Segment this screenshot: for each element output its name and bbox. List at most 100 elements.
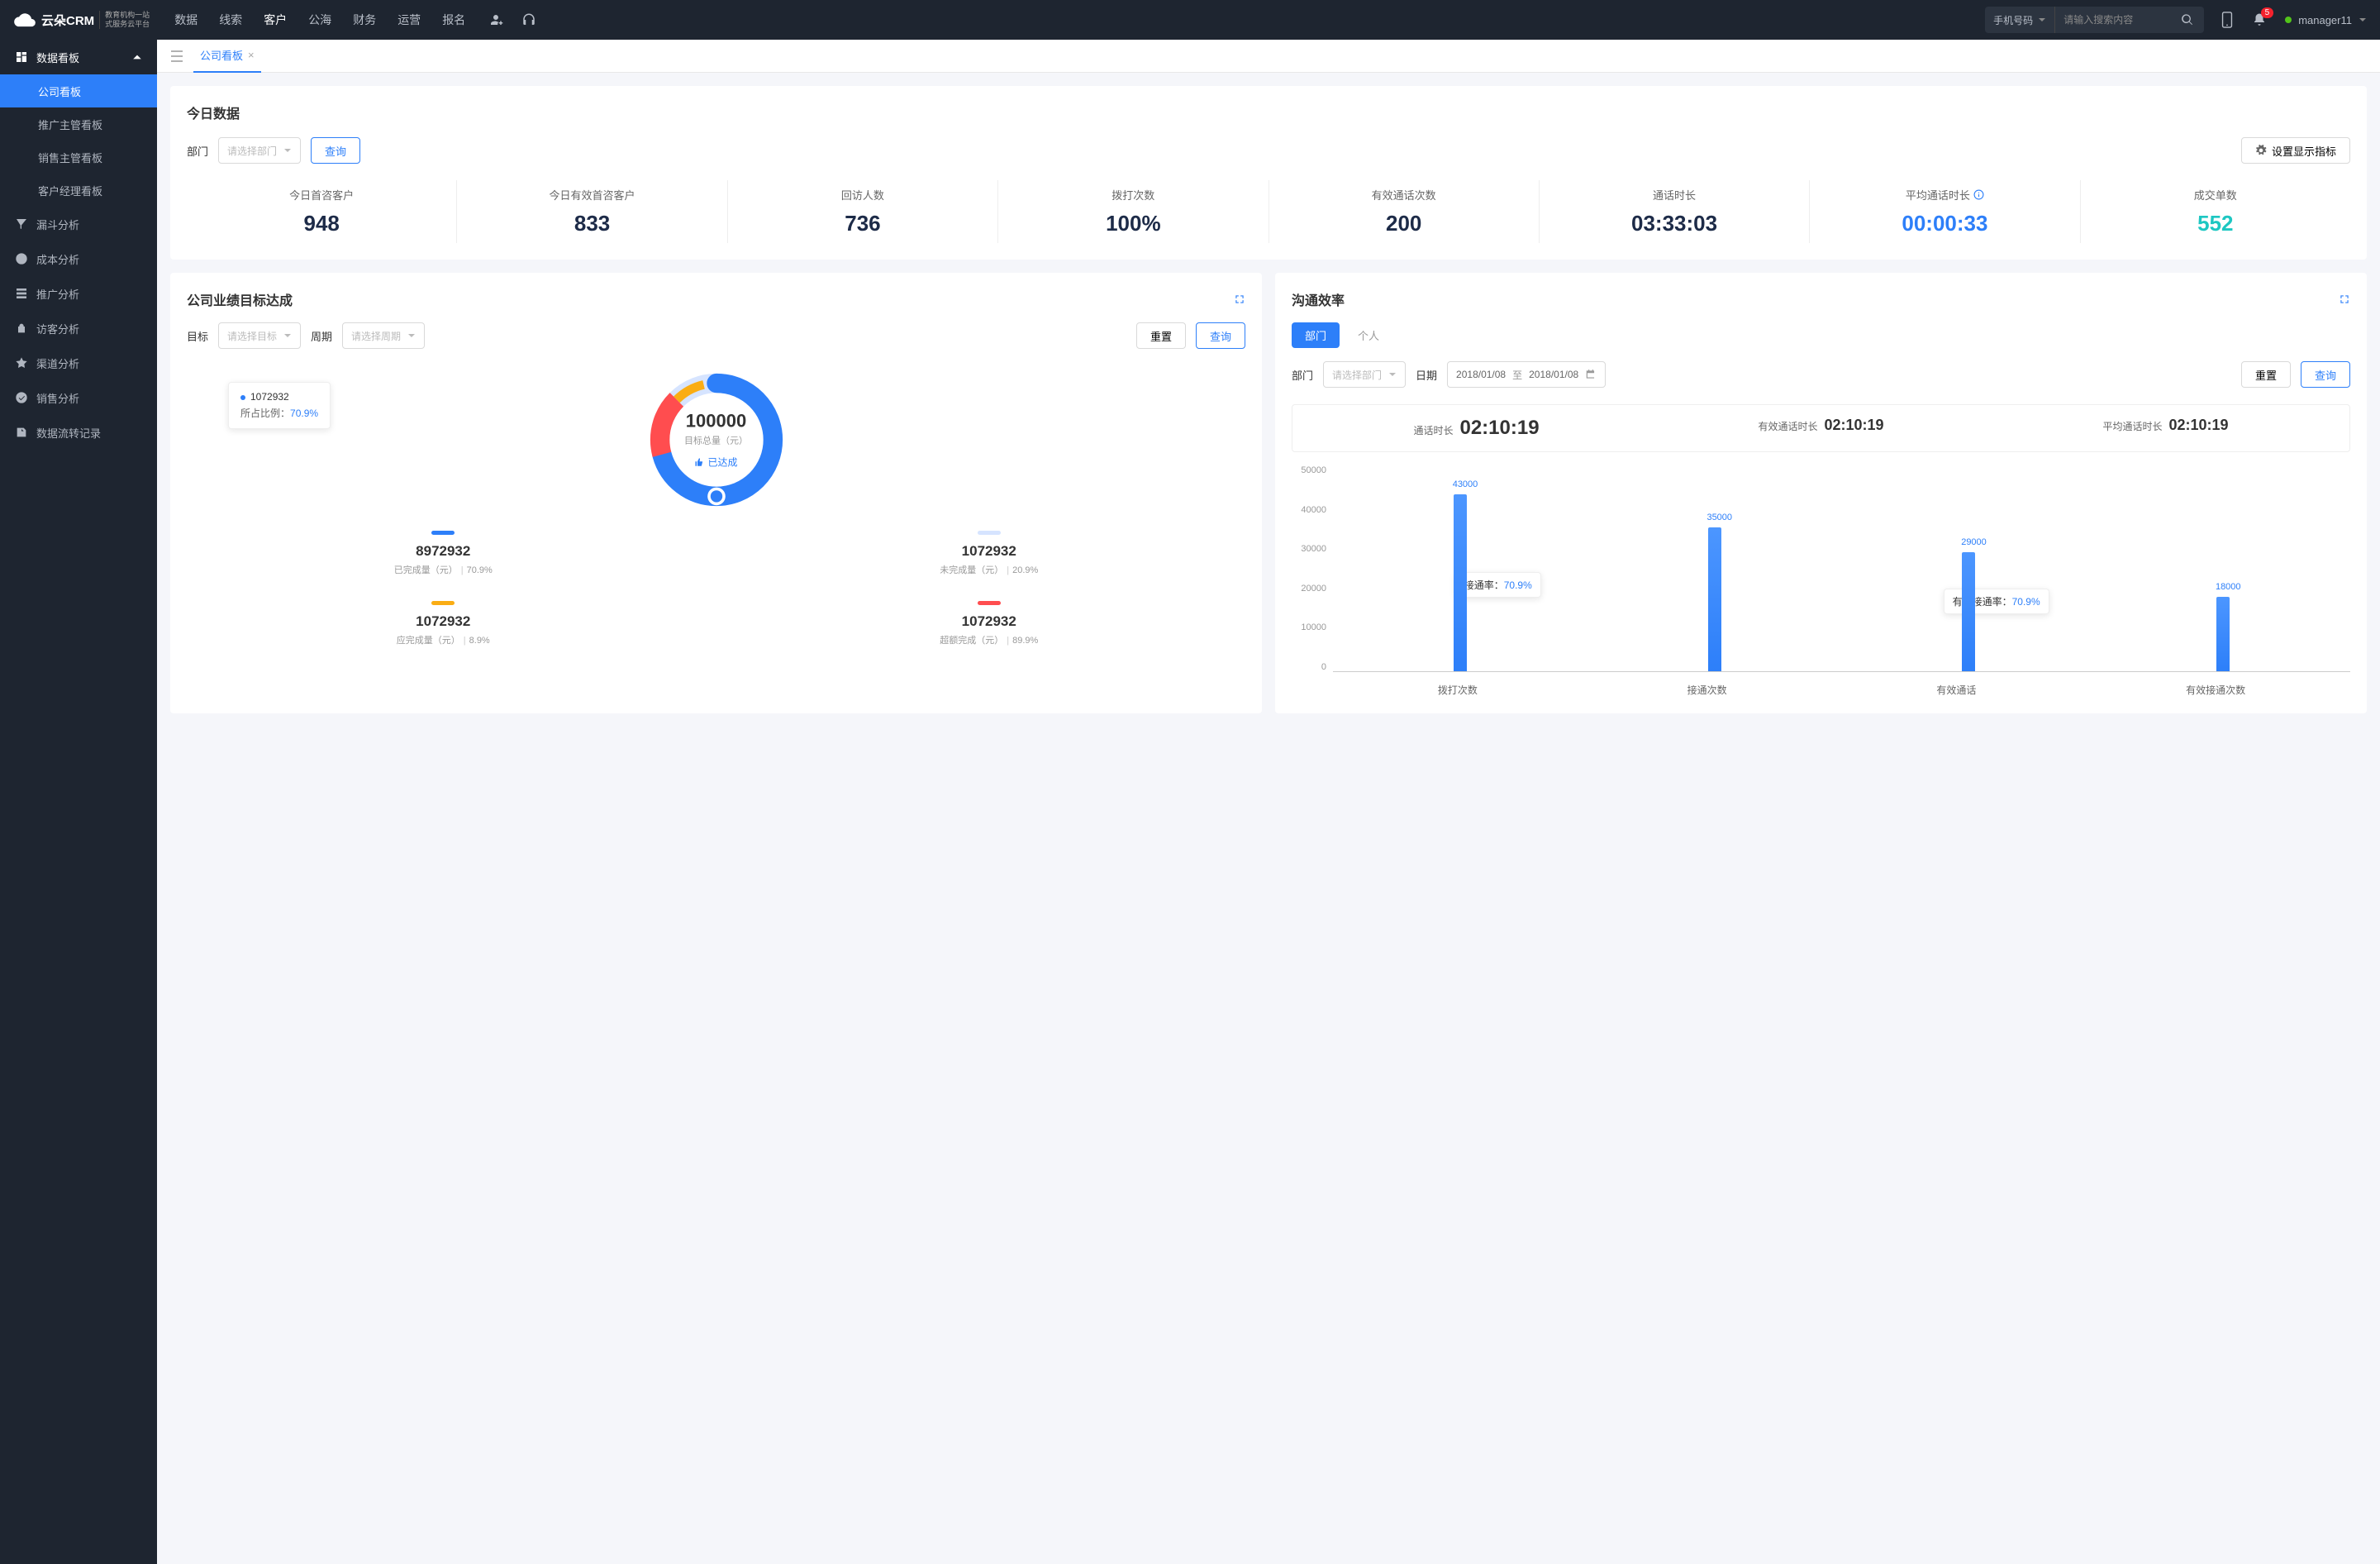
nav-item[interactable]: 报名	[442, 12, 465, 28]
headset-icon[interactable]	[521, 12, 536, 27]
kpi-card: 成交单数552	[2081, 180, 2350, 243]
user-add-icon[interactable]	[488, 12, 503, 27]
goal-panel: 公司业绩目标达成 目标 请选择目标 周期 请选择周期	[170, 273, 1262, 713]
notification-badge: 5	[2261, 7, 2274, 18]
x-axis-label: 有效接通次数	[2186, 683, 2245, 697]
communication-panel: 沟通效率 部门个人 部门 请选择部门 日期 2018/01/08 至	[1275, 273, 2367, 713]
kpi-card: 回访人数736	[728, 180, 998, 243]
tab-close[interactable]: ×	[248, 49, 255, 61]
chevron-down-icon	[1388, 370, 1397, 379]
kpi-card: 平均通话时长00:00:33	[1810, 180, 2080, 243]
gear-icon	[2255, 145, 2267, 156]
sidebar-icon	[15, 287, 28, 300]
hamburger-icon	[170, 50, 183, 62]
nav-item[interactable]: 客户	[264, 12, 287, 28]
target-select[interactable]: 请选择目标	[218, 322, 301, 349]
kpi-card: 有效通话次数200	[1269, 180, 1540, 243]
status-indicator	[2285, 17, 2292, 23]
calendar-icon	[1585, 369, 1597, 380]
summary-item: 有效通话时长02:10:19	[1758, 417, 1883, 440]
sidebar-item[interactable]: 数据流转记录	[0, 415, 157, 450]
period-select[interactable]: 请选择周期	[342, 322, 425, 349]
comm-dept-select[interactable]: 请选择部门	[1323, 361, 1406, 388]
sidebar-icon	[15, 356, 28, 370]
chart-tooltip-1: 接通率：70.9%	[1455, 572, 1541, 598]
search-button[interactable]	[2171, 13, 2204, 26]
sidebar-sub-item[interactable]: 客户经理看板	[0, 174, 157, 207]
chevron-down-icon	[2038, 16, 2046, 24]
sidebar-item[interactable]: 推广分析	[0, 276, 157, 311]
comm-title: 沟通效率	[1292, 289, 1345, 309]
segment-tab[interactable]: 个人	[1345, 322, 1392, 348]
nav-item[interactable]: 线索	[219, 12, 242, 28]
thumbs-up-icon	[694, 457, 704, 467]
legend-item: 8972932已完成量（元）|70.9%	[187, 531, 700, 576]
chevron-down-icon	[2359, 16, 2367, 24]
query-button[interactable]: 查询	[2301, 361, 2350, 388]
goal-title: 公司业绩目标达成	[187, 289, 293, 309]
segment-tab[interactable]: 部门	[1292, 322, 1340, 348]
chevron-down-icon	[407, 331, 416, 340]
search-icon	[2181, 13, 2194, 26]
summary-item: 平均通话时长02:10:19	[2102, 417, 2228, 440]
kpi-card: 通话时长03:33:03	[1540, 180, 1810, 243]
query-button[interactable]: 查询	[311, 137, 360, 164]
dept-select[interactable]: 请选择部门	[218, 137, 301, 164]
bar-chart: 50000400003000020000100000 接通率：70.9% 有效接…	[1292, 465, 2350, 697]
legend-item: 1072932未完成量（元）|20.9%	[733, 531, 1246, 576]
sidebar-sub-item[interactable]: 推广主管看板	[0, 107, 157, 141]
user-menu[interactable]: manager11	[2285, 14, 2367, 26]
sidebar-sub-item[interactable]: 公司看板	[0, 74, 157, 107]
notification-bell[interactable]: 5	[2252, 12, 2267, 27]
sidebar-icon	[15, 217, 28, 231]
x-axis-label: 有效通话	[1936, 683, 1976, 697]
x-axis-label: 接通次数	[1687, 683, 1727, 697]
tab-company-dashboard[interactable]: 公司看板 ×	[193, 40, 261, 73]
reset-button[interactable]: 重置	[1136, 322, 1186, 349]
sidebar-item[interactable]: 成本分析	[0, 241, 157, 276]
sidebar-icon	[15, 426, 28, 439]
sidebar-group-dashboard[interactable]: 数据看板	[0, 40, 157, 74]
chevron-down-icon	[283, 331, 292, 340]
sidebar-item[interactable]: 漏斗分析	[0, 207, 157, 241]
summary-item: 通话时长02:10:19	[1413, 417, 1539, 440]
achieved-badge: 已达成	[694, 455, 737, 469]
sidebar-icon	[15, 391, 28, 404]
dashboard-icon	[15, 50, 28, 64]
today-panel: 今日数据 部门 请选择部门 查询 设置显示指标 今日首咨客户948今日有效首咨客…	[170, 86, 2367, 260]
search-input[interactable]	[2055, 14, 2171, 26]
menu-toggle[interactable]	[167, 47, 187, 65]
info-icon	[1973, 189, 1984, 200]
chart-bar: 29000	[1962, 552, 1975, 671]
kpi-card: 今日首咨客户948	[187, 180, 457, 243]
top-header: 云朵CRM 教育机构一站式服务云平台 数据 线索 客户 公海 财务 运营 报名 手机号码 5…	[0, 0, 2380, 40]
sidebar-icon	[15, 322, 28, 335]
kpi-card: 今日有效首咨客户833	[457, 180, 727, 243]
date-range[interactable]: 2018/01/08 至 2018/01/08	[1447, 361, 1606, 388]
reset-button[interactable]: 重置	[2241, 361, 2291, 388]
logo-text: 云朵CRM	[41, 12, 94, 29]
settings-kpi-button[interactable]: 设置显示指标	[2241, 137, 2350, 164]
nav-item[interactable]: 数据	[174, 12, 198, 28]
nav-item[interactable]: 运营	[397, 12, 421, 28]
mobile-icon[interactable]	[2221, 12, 2234, 28]
chart-bar: 35000	[1708, 527, 1721, 671]
sidebar-sub-item[interactable]: 销售主管看板	[0, 141, 157, 174]
expand-icon[interactable]	[1234, 293, 1245, 305]
nav-item[interactable]: 财务	[353, 12, 376, 28]
expand-icon[interactable]	[2339, 293, 2350, 305]
nav-item[interactable]: 公海	[308, 12, 331, 28]
chart-bar: 18000	[2216, 597, 2230, 671]
logo[interactable]: 云朵CRM 教育机构一站式服务云平台	[13, 8, 150, 31]
query-button[interactable]: 查询	[1196, 322, 1245, 349]
chart-tooltip-2: 有效接通率：70.9%	[1944, 589, 2049, 614]
search-type-select[interactable]: 手机号码	[1985, 7, 2055, 33]
legend-item: 1072932超额完成（元）|89.9%	[733, 601, 1246, 646]
kpi-card: 拨打次数100%	[998, 180, 1269, 243]
sidebar-item[interactable]: 销售分析	[0, 380, 157, 415]
today-title: 今日数据	[187, 103, 2350, 122]
sidebar-item[interactable]: 访客分析	[0, 311, 157, 346]
top-nav: 数据 线索 客户 公海 财务 运营 报名	[174, 12, 465, 28]
logo-subtitle: 教育机构一站式服务云平台	[99, 11, 150, 29]
sidebar-item[interactable]: 渠道分析	[0, 346, 157, 380]
